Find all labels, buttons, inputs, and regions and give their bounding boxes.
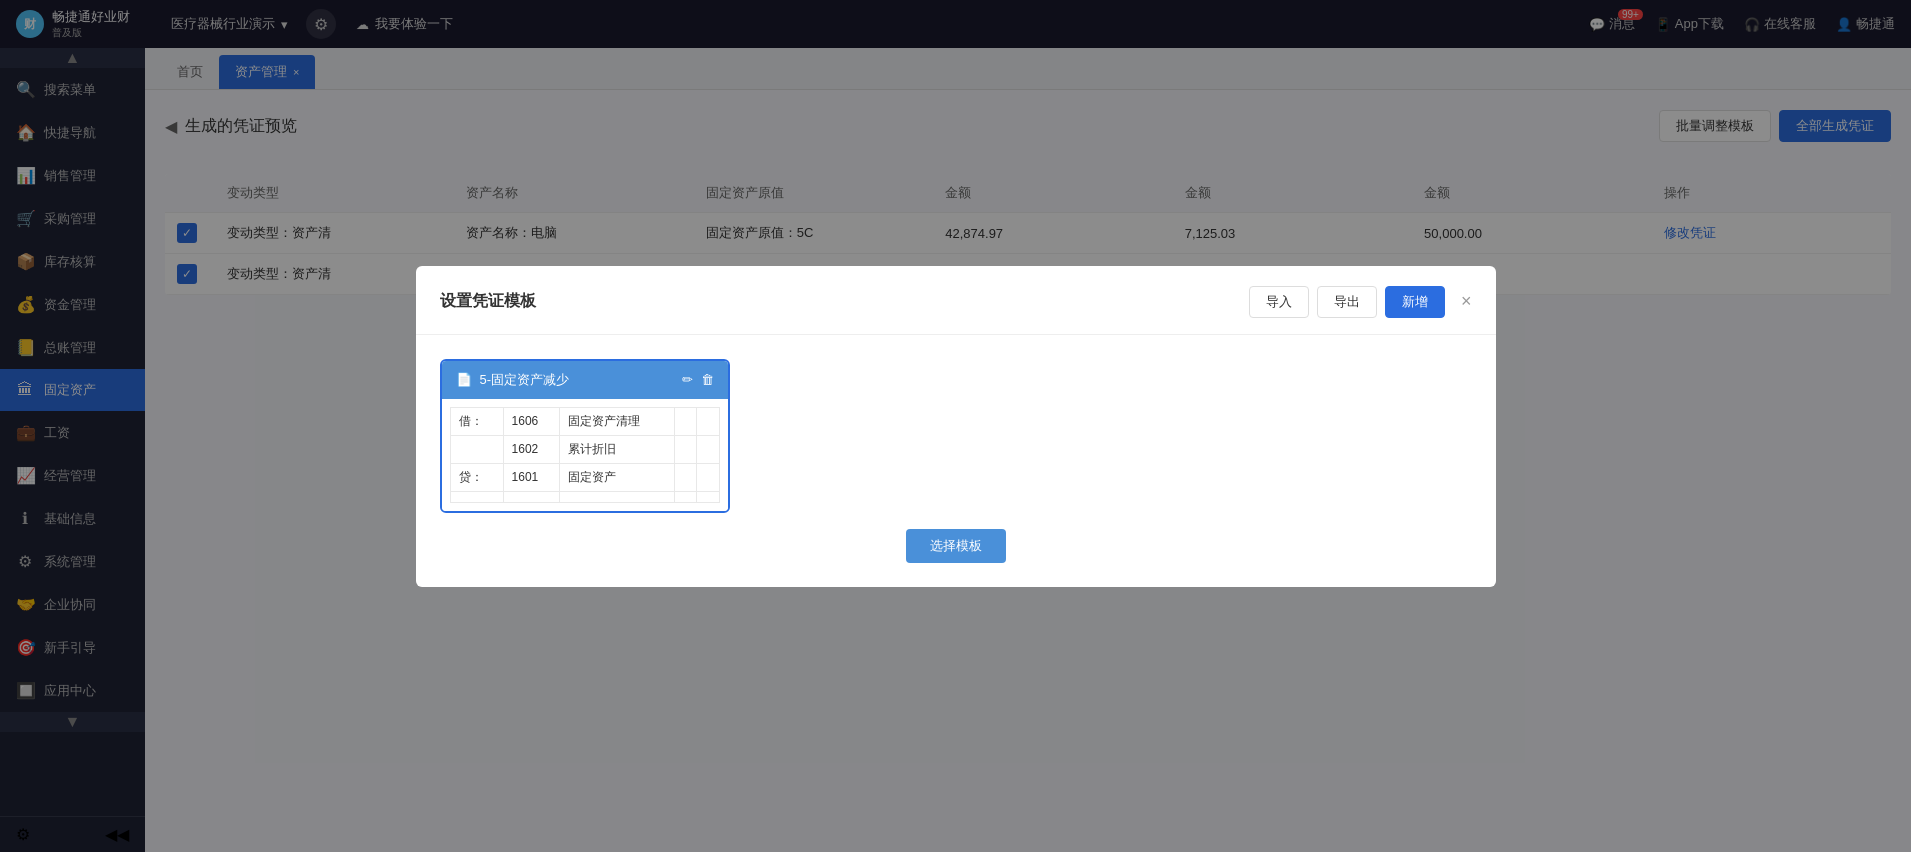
entry1-side: 借： [450,407,503,435]
template-card-body: 借： 1606 固定资产清理 1602 累计折旧 [442,399,728,511]
modal-body: 📄 5-固定资产减少 ✏ 🗑 借： 1606 [416,335,1496,587]
entry1-credit [697,407,719,435]
template-entry-row: 1602 累计折旧 [450,435,719,463]
template-card[interactable]: 📄 5-固定资产减少 ✏ 🗑 借： 1606 [440,359,730,513]
select-template-button[interactable]: 选择模板 [906,529,1006,563]
modal-header: 设置凭证模板 导入 导出 新增 × [416,266,1496,335]
entry4-code [503,491,560,502]
entry2-side [450,435,503,463]
template-entry-row [450,491,719,502]
entry2-debit [675,435,697,463]
template-card-header-left: 📄 5-固定资产减少 [456,371,570,389]
modal-title: 设置凭证模板 [440,291,536,312]
template-card-actions: ✏ 🗑 [682,372,714,387]
entry4-credit [697,491,719,502]
import-button[interactable]: 导入 [1249,286,1309,318]
modal-overlay[interactable]: 设置凭证模板 导入 导出 新增 × 📄 5-固定资产减少 [0,0,1911,852]
template-edit-icon[interactable]: ✏ [682,372,693,387]
template-entry-row: 借： 1606 固定资产清理 [450,407,719,435]
add-new-button[interactable]: 新增 [1385,286,1445,318]
entry4-debit [675,491,697,502]
template-card-header: 📄 5-固定资产减少 ✏ 🗑 [442,361,728,399]
template-doc-icon: 📄 [456,372,472,387]
entry2-name: 累计折旧 [560,435,675,463]
entry3-debit [675,463,697,491]
entry1-code: 1606 [503,407,560,435]
modal-header-actions: 导入 导出 新增 × [1249,286,1472,318]
entry3-credit [697,463,719,491]
entry2-credit [697,435,719,463]
export-button[interactable]: 导出 [1317,286,1377,318]
template-entry-row: 贷： 1601 固定资产 [450,463,719,491]
entry1-debit [675,407,697,435]
modal-close-icon[interactable]: × [1461,291,1472,312]
template-number-name: 5-固定资产减少 [480,371,570,389]
entry2-code: 1602 [503,435,560,463]
entry3-name: 固定资产 [560,463,675,491]
entry3-code: 1601 [503,463,560,491]
entry1-name: 固定资产清理 [560,407,675,435]
template-delete-icon[interactable]: 🗑 [701,372,714,387]
entry3-side: 贷： [450,463,503,491]
entry4-side [450,491,503,502]
template-entries-table: 借： 1606 固定资产清理 1602 累计折旧 [450,407,720,503]
set-voucher-template-modal: 设置凭证模板 导入 导出 新增 × 📄 5-固定资产减少 [416,266,1496,587]
entry4-name [560,491,675,502]
